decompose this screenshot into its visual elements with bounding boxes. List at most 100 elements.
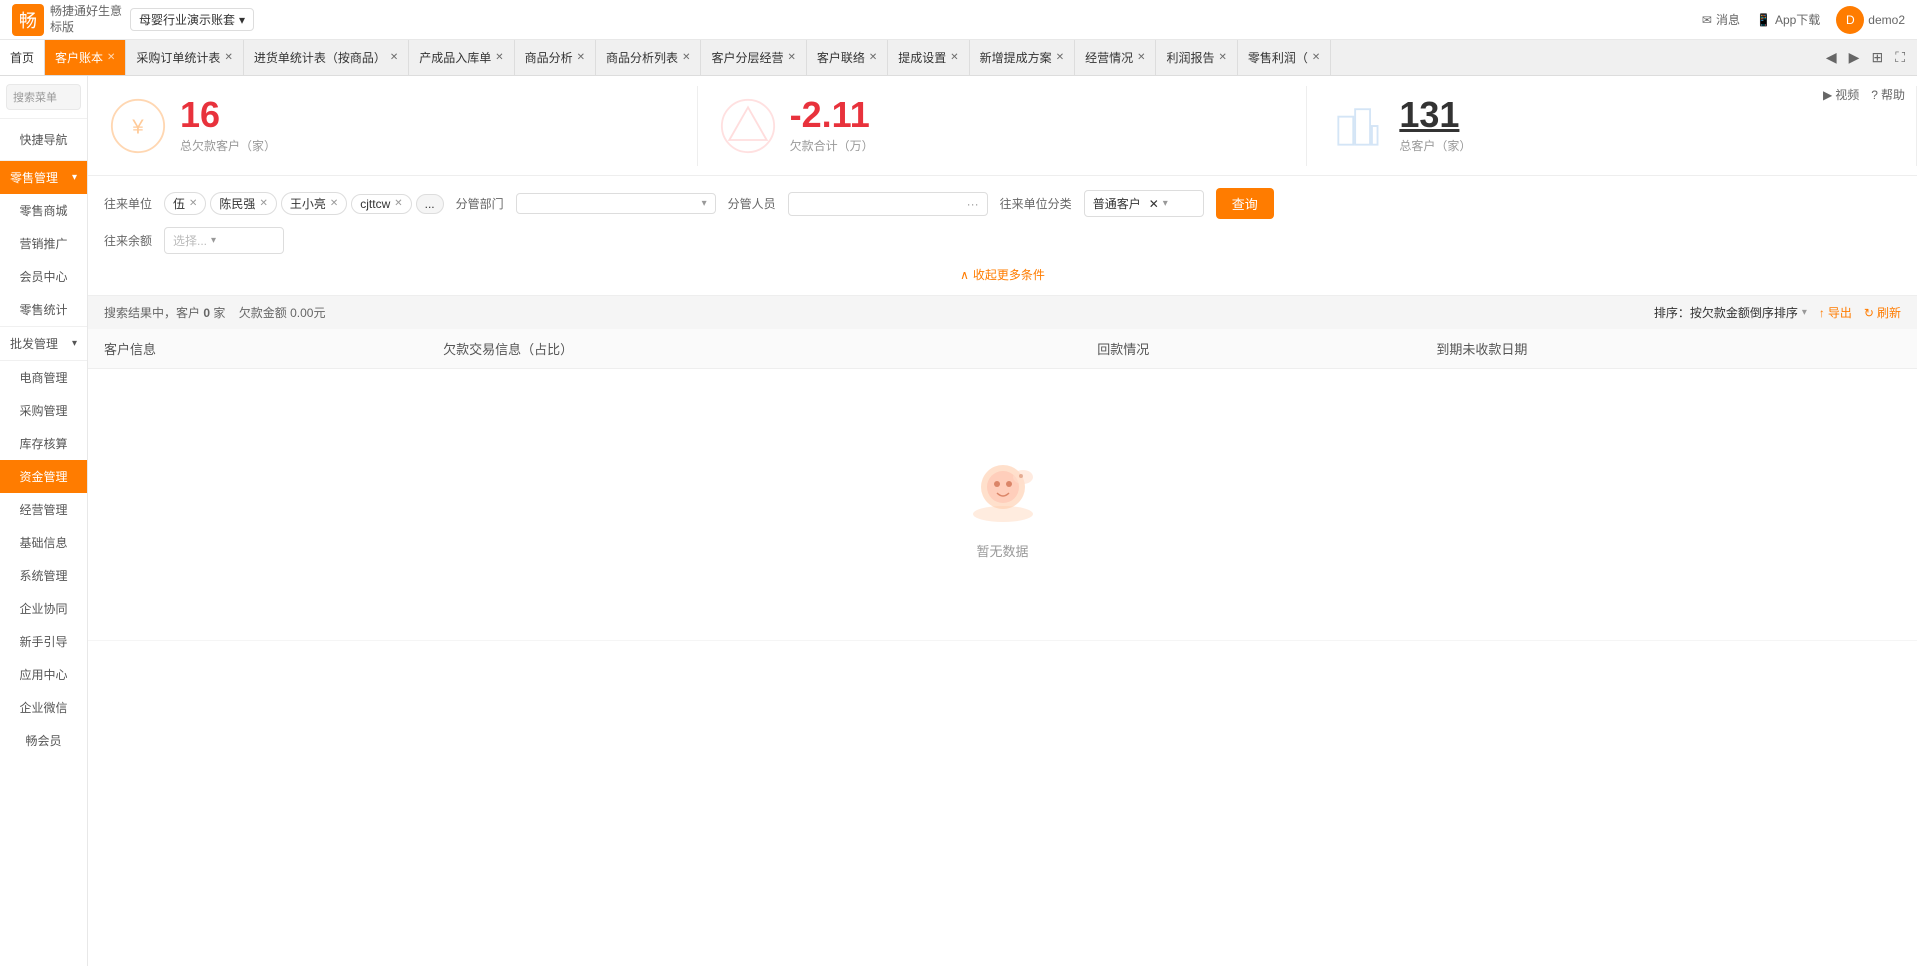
tab-fullscreen-button[interactable]: ⛶: [1891, 49, 1909, 66]
sidebar-item-purchase-mgmt[interactable]: 采购管理: [0, 394, 87, 427]
tab-customer-book[interactable]: 客户账本 ✕: [45, 40, 126, 76]
close-icon[interactable]: ✕: [224, 52, 232, 63]
results-bar: 搜索结果中，客户 0 家 欠款金额 0.00元 排序：按欠款金额倒序排序 ▾ ↑…: [88, 296, 1917, 329]
chevron-down-icon: ▾: [72, 338, 77, 349]
sidebar-item-system-mgmt[interactable]: 系统管理: [0, 559, 87, 592]
sidebar-item-inventory-check[interactable]: 库存核算: [0, 427, 87, 460]
sidebar: 搜索菜单 快捷导航 零售管理 ▾ 零售商城 营销推广 会员中心 零售统计 批发管…: [0, 76, 88, 966]
tab-bar: 首页 客户账本 ✕ 采购订单统计表 ✕ 进货单统计表（按商品） ✕ 产成品入库单…: [0, 40, 1917, 76]
query-button[interactable]: 查询: [1216, 188, 1274, 219]
export-button[interactable]: ↑ 导出: [1819, 304, 1852, 321]
filter-row-2: 往来余额 选择... ▾: [104, 227, 1901, 254]
close-icon[interactable]: ✕: [1219, 52, 1227, 63]
tab-product-analysis[interactable]: 商品分析 ✕: [515, 40, 596, 76]
close-icon[interactable]: ✕: [787, 52, 795, 63]
tab-operations[interactable]: 经营情况 ✕: [1075, 40, 1156, 76]
content-area: ¥ 16 总欠款客户（家） -2.11 欠款合计（万: [88, 76, 1917, 966]
phone-icon: 📱: [1756, 13, 1771, 27]
tab-expand-button[interactable]: ⊞: [1867, 49, 1887, 66]
question-icon: ?: [1871, 88, 1878, 102]
sidebar-item-quick-nav[interactable]: 快捷导航: [0, 125, 87, 154]
stat-icon-total-customers: [1327, 96, 1387, 156]
remove-tag-cjttcw[interactable]: ✕: [394, 198, 402, 209]
remove-tag-wu[interactable]: ✕: [189, 198, 197, 209]
refresh-button[interactable]: ↻ 刷新: [1864, 304, 1901, 321]
main-layout: 搜索菜单 快捷导航 零售管理 ▾ 零售商城 营销推广 会员中心 零售统计 批发管…: [0, 76, 1917, 966]
close-icon[interactable]: ✕: [577, 52, 585, 63]
sidebar-item-member-center[interactable]: 会员中心: [0, 260, 87, 293]
search-menu-button[interactable]: 搜索菜单: [6, 84, 81, 110]
export-icon: ↑: [1819, 306, 1825, 320]
filter-tag-cjttcw: cjttcw ✕: [351, 194, 411, 214]
sidebar-item-wholesale-mgmt[interactable]: 批发管理 ▾: [0, 327, 87, 360]
top-bar: 畅 畅捷通好生意 标版 母婴行业演示账套 ▾ ✉ 消息 📱 App下载 D de…: [0, 0, 1917, 40]
filter-row-1: 往来单位 伍 ✕ 陈民强 ✕ 王小亮 ✕ cjttcw: [104, 188, 1901, 219]
person-filter-label: 分管人员: [728, 195, 776, 212]
user-menu[interactable]: D demo2: [1836, 6, 1905, 34]
close-icon[interactable]: ✕: [682, 52, 690, 63]
remove-class-filter[interactable]: ✕: [1149, 197, 1159, 211]
person-select[interactable]: ···: [788, 192, 988, 216]
tab-product-in[interactable]: 产成品入库单 ✕: [409, 40, 514, 76]
close-icon[interactable]: ✕: [1056, 52, 1064, 63]
sidebar-item-ecommerce-mgmt[interactable]: 电商管理: [0, 361, 87, 394]
remove-tag-wang[interactable]: ✕: [330, 198, 338, 209]
avatar: D: [1836, 6, 1864, 34]
chevron-up-icon: ∧: [960, 268, 969, 282]
sidebar-item-retail-mall[interactable]: 零售商城: [0, 194, 87, 227]
tab-prev-button[interactable]: ◀: [1822, 49, 1841, 66]
dept-select[interactable]: ▾: [516, 193, 716, 214]
filter-tag-more[interactable]: ...: [416, 194, 444, 214]
sidebar-item-vip-member[interactable]: 畅会员: [0, 724, 87, 757]
close-icon[interactable]: ✕: [1312, 52, 1320, 63]
sidebar-item-capital-mgmt[interactable]: 资金管理: [0, 460, 87, 493]
close-icon[interactable]: ✕: [495, 52, 503, 63]
close-icon[interactable]: ✕: [107, 52, 115, 63]
sidebar-item-app-center[interactable]: 应用中心: [0, 658, 87, 691]
sidebar-item-marketing[interactable]: 营销推广: [0, 227, 87, 260]
tab-retail-profit[interactable]: 零售利润（ ✕: [1238, 40, 1331, 76]
results-actions: 排序：按欠款金额倒序排序 ▾ ↑ 导出 ↻ 刷新: [1654, 304, 1901, 321]
remove-tag-chen[interactable]: ✕: [259, 198, 267, 209]
tab-promotion-settings[interactable]: 提成设置 ✕: [888, 40, 969, 76]
tab-product-analysis-list[interactable]: 商品分析列表 ✕: [596, 40, 701, 76]
close-icon[interactable]: ✕: [390, 52, 398, 63]
sidebar-item-retail-mgmt[interactable]: 零售管理 ▾: [0, 161, 87, 194]
close-icon[interactable]: ✕: [950, 52, 958, 63]
unit-class-select[interactable]: 普通客户 ✕ ▾: [1084, 190, 1204, 217]
tab-next-button[interactable]: ▶: [1845, 49, 1864, 66]
sidebar-item-new-guide[interactable]: 新手引导: [0, 625, 87, 658]
tab-home[interactable]: 首页: [0, 40, 45, 76]
account-selector[interactable]: 母婴行业演示账套 ▾: [130, 8, 254, 31]
sidebar-item-enterprise-collab[interactable]: 企业协同: [0, 592, 87, 625]
tab-purchase-order[interactable]: 采购订单统计表 ✕: [126, 40, 243, 76]
tab-inventory-stat[interactable]: 进货单统计表（按商品） ✕: [244, 40, 409, 76]
tab-customer-tier[interactable]: 客户分层经营 ✕: [701, 40, 806, 76]
more-options-icon[interactable]: ···: [967, 197, 979, 211]
sidebar-item-basic-info[interactable]: 基础信息: [0, 526, 87, 559]
chevron-down-icon: ▾: [1163, 198, 1168, 209]
video-help-button[interactable]: ▶ 视频: [1823, 86, 1859, 103]
sidebar-quick-nav: 快捷导航: [0, 119, 87, 161]
balance-select[interactable]: 选择... ▾: [164, 227, 284, 254]
collapse-button[interactable]: ∧ 收起更多条件: [960, 266, 1045, 283]
message-icon: ✉: [1702, 13, 1712, 27]
stats-bar: ¥ 16 总欠款客户（家） -2.11 欠款合计（万: [88, 76, 1917, 176]
message-button[interactable]: ✉ 消息: [1702, 11, 1740, 28]
play-icon: ▶: [1823, 88, 1832, 102]
tab-new-promotion[interactable]: 新增提成方案 ✕: [970, 40, 1075, 76]
stat-value-total-debt: -2.11: [790, 97, 874, 133]
tab-customer-contact[interactable]: 客户联络 ✕: [807, 40, 888, 76]
sidebar-item-ops-mgmt[interactable]: 经营管理: [0, 493, 87, 526]
stat-body-1: 16 总欠款客户（家）: [180, 97, 276, 154]
sort-select[interactable]: 排序：按欠款金额倒序排序 ▾: [1654, 304, 1807, 321]
tab-profit-report[interactable]: 利润报告 ✕: [1156, 40, 1237, 76]
unit-class-filter-label: 往来单位分类: [1000, 195, 1072, 212]
empty-text: 暂无数据: [976, 541, 1028, 560]
sidebar-item-retail-stats[interactable]: 零售统计: [0, 293, 87, 326]
help-button[interactable]: ? 帮助: [1871, 86, 1905, 103]
close-icon[interactable]: ✕: [1137, 52, 1145, 63]
sidebar-item-enterprise-wechat[interactable]: 企业微信: [0, 691, 87, 724]
close-icon[interactable]: ✕: [869, 52, 877, 63]
app-download-button[interactable]: 📱 App下载: [1756, 11, 1820, 28]
